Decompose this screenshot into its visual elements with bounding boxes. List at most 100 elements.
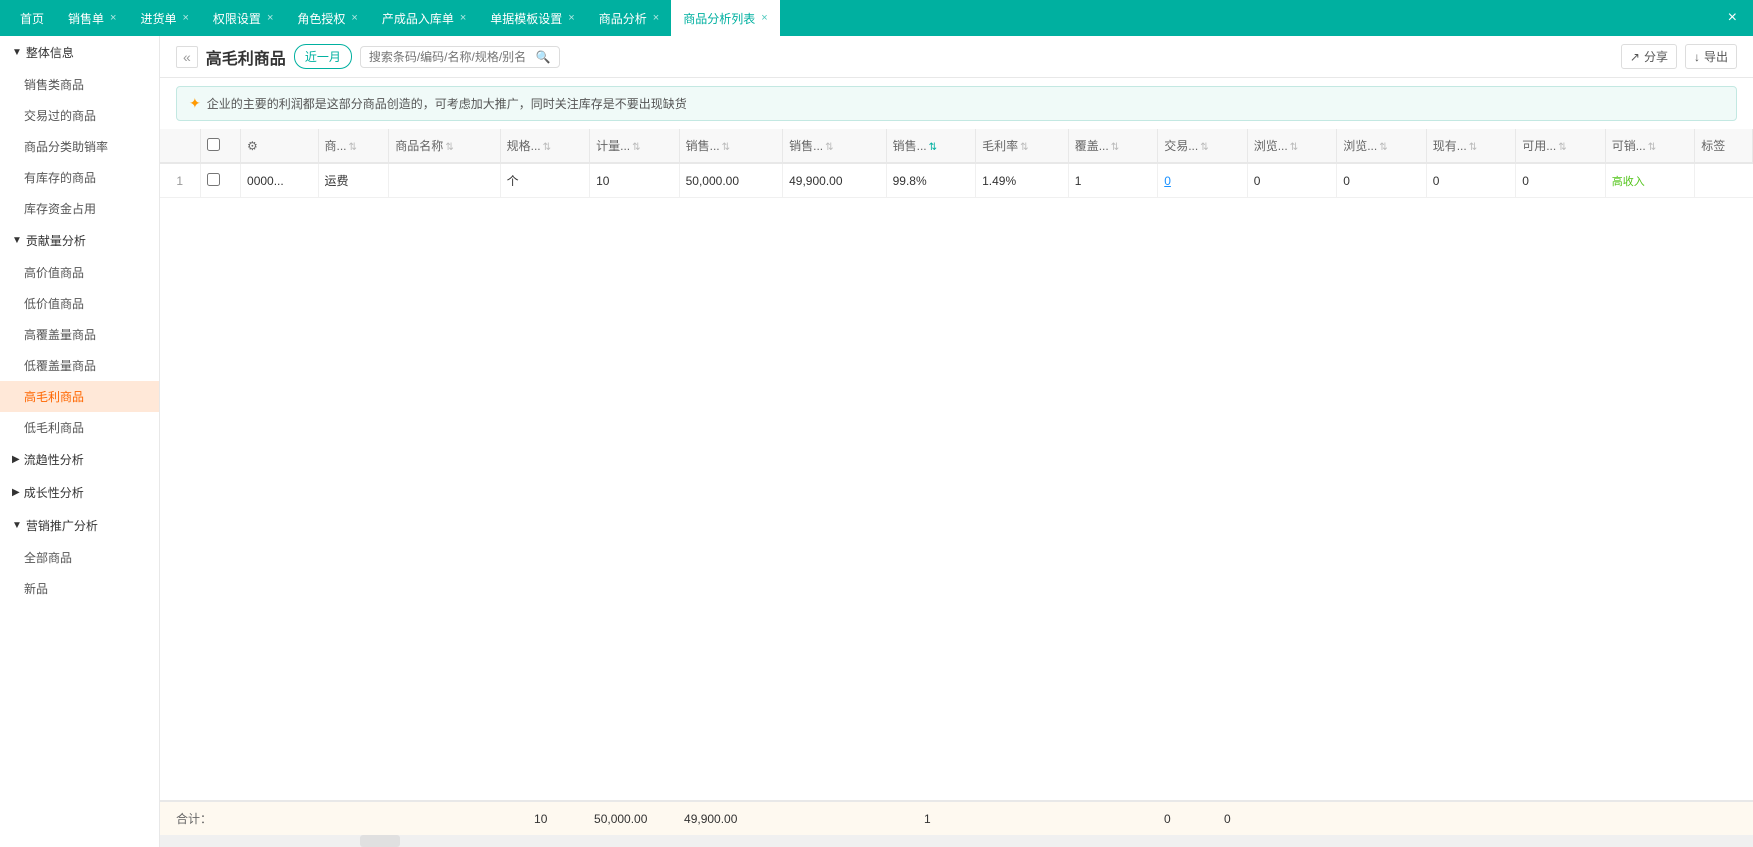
- arrow-icon: ▼: [12, 235, 22, 246]
- col-unit[interactable]: 计量...⇅: [590, 129, 680, 163]
- search-input[interactable]: [369, 50, 536, 64]
- nav-role-close[interactable]: ×: [351, 12, 357, 24]
- nav-sales-close[interactable]: ×: [110, 12, 116, 24]
- sidebar-item-category-rate[interactable]: 商品分类助销率: [0, 131, 159, 162]
- col-spec[interactable]: 规格...⇅: [500, 129, 590, 163]
- sidebar-item-new-goods[interactable]: 新品: [0, 573, 159, 604]
- nav-product-in-close[interactable]: ×: [460, 12, 466, 24]
- top-navigation: 首页 销售单 × 进货单 × 权限设置 × 角色授权 × 产成品入库单 × 单据…: [0, 0, 1753, 36]
- filter-period-button[interactable]: 近一月: [294, 44, 352, 69]
- bottom-scrollbar[interactable]: [160, 835, 1753, 847]
- col-coverage[interactable]: 覆盖...⇅: [1068, 129, 1158, 163]
- cell-name: 运费: [318, 163, 389, 198]
- content-header: « 高毛利商品 近一月 🔍 ↗ 分享 ↓ 导出: [160, 36, 1753, 78]
- nav-analysis-list-close[interactable]: ×: [761, 12, 767, 24]
- nav-home[interactable]: 首页: [8, 0, 56, 36]
- sidebar-item-sales-goods[interactable]: 销售类商品: [0, 69, 159, 100]
- browse1-link[interactable]: 0: [1164, 174, 1171, 188]
- col-code[interactable]: 商...⇅: [318, 129, 389, 163]
- sort-icon: ⇅: [632, 142, 640, 153]
- col-settings[interactable]: ⚙: [241, 129, 318, 163]
- nav-purchase-close[interactable]: ×: [182, 12, 188, 24]
- sidebar-group-contribution[interactable]: ▼ 贡献量分析: [0, 224, 159, 257]
- arrow-icon: ▶: [12, 454, 20, 465]
- cell-coverage: 1.49%: [976, 163, 1069, 198]
- col-available[interactable]: 可用...⇅: [1516, 129, 1606, 163]
- nav-role[interactable]: 角色授权 ×: [285, 0, 369, 36]
- sidebar-item-low-margin[interactable]: 低毛利商品: [0, 412, 159, 443]
- col-current[interactable]: 现有...⇅: [1426, 129, 1516, 163]
- cell-checkbox[interactable]: [200, 163, 241, 198]
- cell-browse2: 0: [1247, 163, 1337, 198]
- nav-purchase[interactable]: 进货单 ×: [128, 0, 200, 36]
- col-checkbox[interactable]: [200, 129, 241, 163]
- sort-icon: ⇅: [929, 142, 937, 153]
- sidebar-item-high-margin[interactable]: 高毛利商品: [0, 381, 159, 412]
- col-name[interactable]: 商品名称⇅: [389, 129, 500, 163]
- nav-template-close[interactable]: ×: [568, 12, 574, 24]
- footer-cells: 10 50,000.00 49,900.00 1 0 0: [228, 812, 1737, 826]
- col-browse2[interactable]: 浏览...⇅: [1337, 129, 1427, 163]
- cell-gross-rate: 99.8%: [886, 163, 976, 198]
- sidebar-item-stock-capital[interactable]: 库存资金占用: [0, 193, 159, 224]
- footer-cell-current: [1098, 812, 1158, 826]
- search-icon[interactable]: 🔍: [536, 50, 551, 64]
- nav-analysis-close[interactable]: ×: [653, 12, 659, 24]
- cell-tag: 高收入: [1605, 163, 1695, 198]
- cell-sales-qty: 10: [590, 163, 680, 198]
- sidebar-item-high-value[interactable]: 高价值商品: [0, 257, 159, 288]
- col-browse1[interactable]: 浏览...⇅: [1247, 129, 1337, 163]
- sidebar-item-high-coverage[interactable]: 高覆盖量商品: [0, 319, 159, 350]
- nav-product-in[interactable]: 产成品入库单 ×: [370, 0, 478, 36]
- cell-sales-profit: 49,900.00: [783, 163, 887, 198]
- nav-permission-close[interactable]: ×: [267, 12, 273, 24]
- table-row: 1 0000... 运费 个 10 50,000.00 49,900.00 99…: [160, 163, 1753, 198]
- nav-permission[interactable]: 权限设置 ×: [201, 0, 285, 36]
- collapse-sidebar-button[interactable]: «: [176, 46, 198, 68]
- sort-icon: ⇅: [1200, 142, 1208, 153]
- col-index: [160, 129, 200, 163]
- arrow-icon: ▶: [12, 487, 20, 498]
- share-button[interactable]: ↗ 分享: [1621, 44, 1677, 69]
- cell-current: 0: [1337, 163, 1427, 198]
- cell-browse1[interactable]: 0: [1158, 163, 1248, 198]
- sidebar-item-traded-goods[interactable]: 交易过的商品: [0, 100, 159, 131]
- cell-available: 0: [1426, 163, 1516, 198]
- col-sales-profit[interactable]: 销售...⇅: [886, 129, 976, 163]
- sidebar-group-overall[interactable]: ▼ 整体信息: [0, 36, 159, 69]
- sort-icon: ⇅: [1290, 142, 1298, 153]
- sidebar-item-all-goods[interactable]: 全部商品: [0, 542, 159, 573]
- footer-cell-avail: 0: [1158, 812, 1218, 826]
- select-all-checkbox[interactable]: [207, 138, 220, 151]
- footer-cell-profit: 49,900.00: [678, 812, 768, 826]
- col-sales-amount[interactable]: 销售...⇅: [783, 129, 887, 163]
- sidebar-group-flow[interactable]: ▶ 流趋性分析: [0, 443, 159, 476]
- cell-trade: 1: [1068, 163, 1158, 198]
- col-trade[interactable]: 交易...⇅: [1158, 129, 1248, 163]
- close-all-button[interactable]: ×: [1720, 9, 1745, 27]
- arrow-icon: ▼: [12, 520, 22, 531]
- col-tag[interactable]: 标签: [1695, 129, 1753, 163]
- settings-icon[interactable]: ⚙: [247, 139, 258, 153]
- sidebar-group-marketing[interactable]: ▼ 营销推广分析: [0, 509, 159, 542]
- sidebar-item-in-stock[interactable]: 有库存的商品: [0, 162, 159, 193]
- sidebar-item-low-value[interactable]: 低价值商品: [0, 288, 159, 319]
- col-sales-qty[interactable]: 销售...⇅: [679, 129, 783, 163]
- sort-icon: ⇅: [543, 142, 551, 153]
- nav-sales[interactable]: 销售单 ×: [56, 0, 128, 36]
- nav-analysis[interactable]: 商品分析 ×: [587, 0, 671, 36]
- cell-index: 1: [160, 163, 200, 198]
- sidebar-group-growth[interactable]: ▶ 成长性分析: [0, 476, 159, 509]
- nav-analysis-list[interactable]: 商品分析列表 ×: [671, 0, 779, 36]
- header-actions: ↗ 分享 ↓ 导出: [1621, 44, 1737, 69]
- export-button[interactable]: ↓ 导出: [1685, 44, 1737, 69]
- nav-template[interactable]: 单据模板设置 ×: [478, 0, 586, 36]
- sidebar: ▼ 整体信息 销售类商品 交易过的商品 商品分类助销率 有库存的商品 库存资金占…: [0, 36, 160, 847]
- sidebar-item-low-coverage[interactable]: 低覆盖量商品: [0, 350, 159, 381]
- tag-label: 高收入: [1612, 176, 1645, 188]
- sort-icon: ⇅: [445, 142, 453, 153]
- col-saleable[interactable]: 可销...⇅: [1605, 129, 1695, 163]
- row-checkbox[interactable]: [207, 173, 220, 186]
- tip-icon: ✦: [189, 95, 201, 112]
- col-gross-rate[interactable]: 毛利率⇅: [976, 129, 1069, 163]
